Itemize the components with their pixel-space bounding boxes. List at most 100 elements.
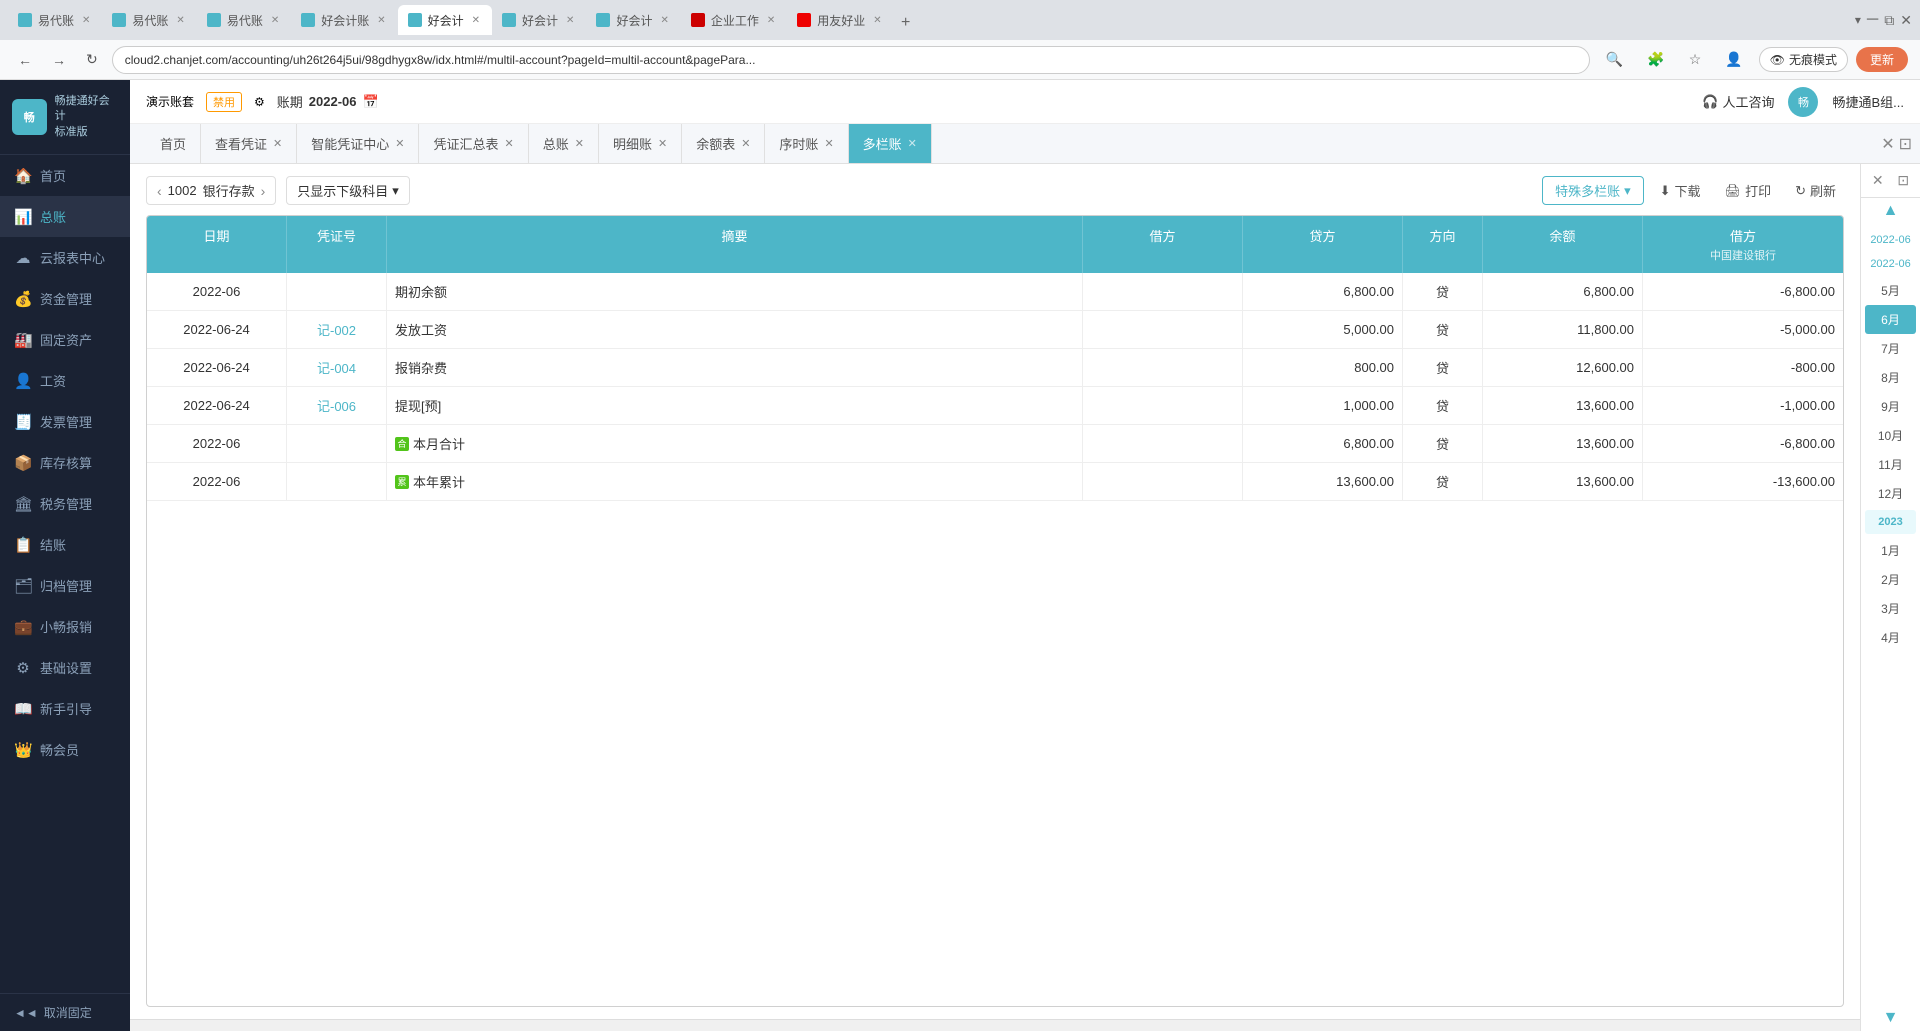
tab-close-3[interactable]: ✕ (269, 14, 281, 27)
tab-smart-voucher[interactable]: 智能凭证中心 ✕ (297, 124, 419, 164)
sidebar-item-payroll[interactable]: 👤 工资 (0, 360, 130, 401)
month-4[interactable]: 4月 (1861, 623, 1920, 652)
search-icon[interactable]: 🔍 (1598, 47, 1631, 72)
close-tab-icon[interactable]: ✕ (1881, 134, 1894, 154)
forward-button[interactable]: → (46, 48, 72, 72)
tab-close-9[interactable]: ✕ (871, 14, 883, 27)
tab-close-4[interactable]: ✕ (375, 14, 387, 27)
sidebar-item-ledger[interactable]: 📊 总账 (0, 196, 130, 237)
tab-close-5[interactable]: ✕ (470, 14, 482, 27)
browser-tab-7[interactable]: 好会计 ✕ (586, 5, 680, 35)
restore-btn[interactable]: ⧉ (1884, 12, 1894, 29)
filter-select[interactable]: 只显示下级科目 ▾ (286, 176, 410, 205)
profile-icon[interactable]: 👤 (1717, 47, 1750, 72)
sidebar-item-guide[interactable]: 📖 新手引导 (0, 688, 130, 729)
month-scroll-up[interactable]: ▲ (1861, 198, 1920, 224)
month-7[interactable]: 7月 (1861, 334, 1920, 363)
panel-expand-icon[interactable]: ⊡ (1897, 172, 1909, 189)
tab-close-6[interactable]: ✕ (564, 14, 576, 27)
sidebar-unpin-button[interactable]: ◄◄ 取消固定 (0, 993, 130, 1031)
back-button[interactable]: ← (12, 48, 38, 72)
tab-detail-ledger[interactable]: 明细账 ✕ (599, 124, 682, 164)
tab-journal[interactable]: 序时账 ✕ (765, 124, 848, 164)
sidebar-item-reports[interactable]: ☁ 云报表中心 (0, 237, 130, 278)
month-3[interactable]: 3月 (1861, 594, 1920, 623)
tab-voucher-close[interactable]: ✕ (273, 137, 282, 150)
prev-account-button[interactable]: ‹ (157, 183, 162, 199)
refresh-ledger-button[interactable]: ↻ 刷新 (1787, 177, 1844, 204)
tab-journal-close[interactable]: ✕ (824, 137, 833, 150)
browser-tab-6[interactable]: 好会计 ✕ (492, 5, 586, 35)
update-button[interactable]: 更新 (1856, 47, 1908, 72)
tab-close-8[interactable]: ✕ (765, 14, 777, 27)
stealth-mode-button[interactable]: 👁 无痕模式 (1759, 47, 1848, 72)
user-avatar[interactable]: 畅 (1788, 87, 1818, 117)
close-btn[interactable]: ✕ (1900, 12, 1912, 29)
sidebar-item-vip[interactable]: 👑 畅会员 (0, 729, 130, 770)
browser-tab-8[interactable]: 企业工作 ✕ (681, 5, 787, 35)
browser-tab-2[interactable]: 易代账 ✕ (102, 5, 196, 35)
settings-gear-icon[interactable]: ⚙ (254, 95, 265, 109)
sidebar-item-funds[interactable]: 💰 资金管理 (0, 278, 130, 319)
bookmark-icon[interactable]: ☆ (1681, 47, 1710, 72)
month-scroll-down[interactable]: ▼ (1861, 1005, 1920, 1031)
minimize-btn[interactable]: ─ (1867, 11, 1878, 29)
tab-detail-ledger-close[interactable]: ✕ (658, 137, 667, 150)
refresh-browser-button[interactable]: ↻ (80, 47, 104, 72)
month-11[interactable]: 11月 (1861, 450, 1920, 479)
next-account-button[interactable]: › (261, 183, 266, 199)
browser-tab-4[interactable]: 好会计账 ✕ (291, 5, 397, 35)
voucher-link-2[interactable]: 记-002 (317, 320, 356, 339)
sidebar-item-home[interactable]: 🏠 首页 (0, 155, 130, 196)
consult-button[interactable]: 🎧 人工咨询 (1702, 92, 1774, 111)
add-tab-button[interactable]: + (894, 11, 918, 35)
tab-smart-voucher-close[interactable]: ✕ (395, 137, 404, 150)
tab-balance-close[interactable]: ✕ (741, 137, 750, 150)
month-10[interactable]: 10月 (1861, 421, 1920, 450)
panel-close-icon[interactable]: ✕ (1872, 172, 1884, 189)
tab-voucher-summary-close[interactable]: ✕ (505, 137, 514, 150)
tab-general-ledger-close[interactable]: ✕ (575, 137, 584, 150)
tab-close-1[interactable]: ✕ (80, 14, 92, 27)
tab-multi-col-close[interactable]: ✕ (908, 137, 917, 150)
tab-multi-col[interactable]: 多栏账 ✕ (849, 124, 932, 164)
browser-tab-1[interactable]: 易代账 ✕ (8, 5, 102, 35)
sidebar-item-settings[interactable]: ⚙ 基础设置 (0, 647, 130, 688)
month-1[interactable]: 1月 (1861, 536, 1920, 565)
td-voucher-2[interactable]: 记-002 (287, 311, 387, 348)
calendar-icon[interactable]: 📅 (363, 94, 379, 110)
tab-close-2[interactable]: ✕ (174, 14, 186, 27)
month-12[interactable]: 12月 (1861, 479, 1920, 508)
td-voucher-4[interactable]: 记-006 (287, 387, 387, 424)
tab-voucher[interactable]: 查看凭证 ✕ (201, 124, 297, 164)
sidebar-item-invoice[interactable]: 🧾 发票管理 (0, 401, 130, 442)
tab-balance[interactable]: 余额表 ✕ (682, 124, 765, 164)
download-button[interactable]: ⬇ 下载 (1652, 177, 1709, 204)
tab-home[interactable]: 首页 (146, 124, 201, 164)
month-2[interactable]: 2月 (1861, 565, 1920, 594)
extension-icon[interactable]: 🧩 (1639, 47, 1672, 72)
tab-general-ledger[interactable]: 总账 ✕ (529, 124, 599, 164)
month-6[interactable]: 6月 (1865, 305, 1916, 334)
sidebar-item-archive[interactable]: 🗂 归档管理 (0, 565, 130, 606)
tab-close-7[interactable]: ✕ (658, 14, 670, 27)
browser-tab-9[interactable]: 用友好业 ✕ (787, 5, 893, 35)
sidebar-item-inventory[interactable]: 📦 库存核算 (0, 442, 130, 483)
td-voucher-3[interactable]: 记-004 (287, 349, 387, 386)
month-5[interactable]: 5月 (1861, 276, 1920, 305)
multi-col-button[interactable]: 特殊多栏账 ▾ (1542, 176, 1644, 205)
sidebar-item-close-period[interactable]: 📋 结账 (0, 524, 130, 565)
print-button[interactable]: 🖨 打印 (1717, 177, 1780, 204)
tab-list-btn[interactable]: ▾ (1855, 13, 1861, 27)
month-9[interactable]: 9月 (1861, 392, 1920, 421)
sidebar-item-expense[interactable]: 💼 小畅报销 (0, 606, 130, 647)
sidebar-item-assets[interactable]: 🏭 固定资产 (0, 319, 130, 360)
sidebar-item-tax[interactable]: 🏛 税务管理 (0, 483, 130, 524)
month-8[interactable]: 8月 (1861, 363, 1920, 392)
expand-icon[interactable]: ⊡ (1899, 134, 1912, 154)
voucher-link-4[interactable]: 记-006 (317, 396, 356, 415)
horizontal-scrollbar[interactable] (130, 1019, 1860, 1031)
browser-tab-5[interactable]: 好会计 ✕ (398, 5, 492, 35)
tab-voucher-summary[interactable]: 凭证汇总表 ✕ (419, 124, 528, 164)
address-input[interactable] (112, 46, 1590, 74)
